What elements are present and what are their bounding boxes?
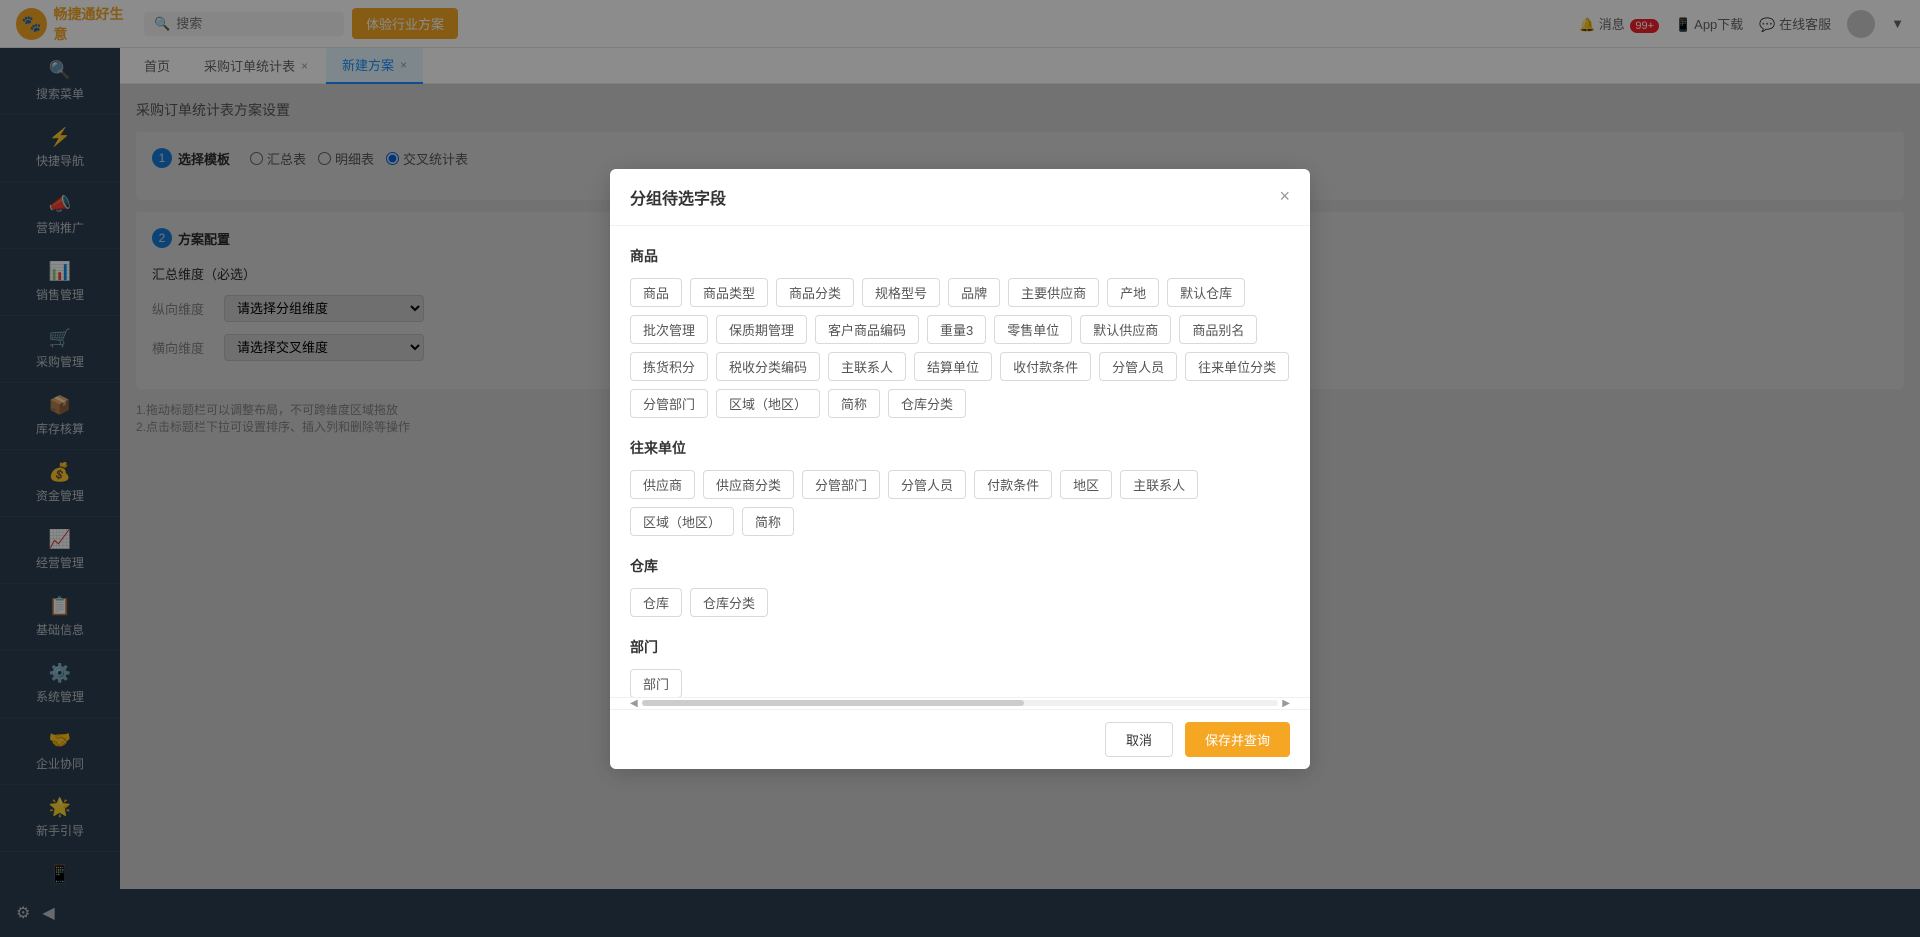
field-tag-retail-unit[interactable]: 零售单位 — [994, 315, 1072, 344]
modal-footer: 取消 保存并查询 — [610, 709, 1310, 769]
field-tag-default-warehouse[interactable]: 默认仓库 — [1167, 278, 1245, 307]
save-query-button[interactable]: 保存并查询 — [1185, 722, 1290, 757]
field-tag-short-name[interactable]: 简称 — [828, 389, 880, 418]
modal-overlay: 分组待选字段 × 商品 商品 商品类型 商品分类 规格型号 品牌 主要供应商 产… — [0, 0, 1920, 937]
field-tag-supplier-category[interactable]: 供应商分类 — [703, 470, 794, 499]
field-tag-product-category[interactable]: 商品分类 — [776, 278, 854, 307]
field-tags-warehouse: 仓库 仓库分类 — [630, 588, 1290, 617]
field-tag-region2[interactable]: 地区 — [1060, 470, 1112, 499]
modal-title: 分组待选字段 — [630, 185, 726, 209]
field-tag-batch-mgmt[interactable]: 批次管理 — [630, 315, 708, 344]
field-tag-supplier[interactable]: 供应商 — [630, 470, 695, 499]
cancel-button[interactable]: 取消 — [1105, 722, 1173, 757]
field-tag-pay-terms[interactable]: 付款条件 — [974, 470, 1052, 499]
modal-header: 分组待选字段 × — [610, 169, 1310, 226]
field-tag-manager[interactable]: 分管人员 — [1099, 352, 1177, 381]
field-tag-settle-unit[interactable]: 结算单位 — [914, 352, 992, 381]
field-tag-tax-code[interactable]: 税收分类编码 — [716, 352, 820, 381]
field-group-partner-title: 往来单位 — [630, 438, 1290, 458]
field-tag-main-supplier[interactable]: 主要供应商 — [1008, 278, 1099, 307]
field-tag-pick-score[interactable]: 拣货积分 — [630, 352, 708, 381]
field-tag-warehouse-cat[interactable]: 仓库分类 — [690, 588, 768, 617]
field-group-partner: 往来单位 供应商 供应商分类 分管部门 分管人员 付款条件 地区 主联系人 区域… — [630, 438, 1290, 536]
hscroll-thumb[interactable] — [642, 700, 1024, 706]
field-group-warehouse: 仓库 仓库 仓库分类 — [630, 556, 1290, 617]
field-tag-spec-type[interactable]: 规格型号 — [862, 278, 940, 307]
field-tags-department: 部门 — [630, 669, 1290, 697]
field-group-department-title: 部门 — [630, 637, 1290, 657]
field-tag-main-contact2[interactable]: 主联系人 — [1120, 470, 1198, 499]
field-tag-manage-person[interactable]: 分管人员 — [888, 470, 966, 499]
hscroll-left-arrow[interactable]: ◀ — [630, 698, 638, 709]
field-tag-product-type[interactable]: 商品类型 — [690, 278, 768, 307]
field-group-warehouse-title: 仓库 — [630, 556, 1290, 576]
modal-hscroll: ◀ ▶ — [610, 697, 1310, 709]
hscroll-bar[interactable] — [642, 700, 1279, 706]
modal: 分组待选字段 × 商品 商品 商品类型 商品分类 规格型号 品牌 主要供应商 产… — [610, 169, 1310, 769]
field-tag-dept[interactable]: 分管部门 — [630, 389, 708, 418]
field-tag-expiry-mgmt[interactable]: 保质期管理 — [716, 315, 807, 344]
field-tag-customer-code[interactable]: 客户商品编码 — [815, 315, 919, 344]
field-tag-manage-dept[interactable]: 分管部门 — [802, 470, 880, 499]
field-tag-warehouse-category[interactable]: 仓库分类 — [888, 389, 966, 418]
field-tag-dept2[interactable]: 部门 — [630, 669, 682, 697]
field-tag-main-contact[interactable]: 主联系人 — [828, 352, 906, 381]
field-tag-brand[interactable]: 品牌 — [948, 278, 1000, 307]
field-tag-default-supplier[interactable]: 默认供应商 — [1080, 315, 1171, 344]
field-tag-product[interactable]: 商品 — [630, 278, 682, 307]
field-tag-region3[interactable]: 区域（地区） — [630, 507, 734, 536]
field-tag-weight3[interactable]: 重量3 — [927, 315, 986, 344]
field-group-department: 部门 部门 — [630, 637, 1290, 697]
hscroll-right-arrow[interactable]: ▶ — [1282, 698, 1290, 709]
field-tag-warehouse[interactable]: 仓库 — [630, 588, 682, 617]
field-tag-region[interactable]: 区域（地区） — [716, 389, 820, 418]
field-tag-alias[interactable]: 商品别名 — [1179, 315, 1257, 344]
field-tag-short-name2[interactable]: 简称 — [742, 507, 794, 536]
field-tag-from-unit-category[interactable]: 往来单位分类 — [1185, 352, 1289, 381]
modal-close-button[interactable]: × — [1279, 186, 1290, 207]
field-group-product: 商品 商品 商品类型 商品分类 规格型号 品牌 主要供应商 产地 默认仓库 批次… — [630, 246, 1290, 418]
field-tag-payment-terms[interactable]: 收付款条件 — [1000, 352, 1091, 381]
field-tags-product: 商品 商品类型 商品分类 规格型号 品牌 主要供应商 产地 默认仓库 批次管理 … — [630, 278, 1290, 418]
field-tags-partner: 供应商 供应商分类 分管部门 分管人员 付款条件 地区 主联系人 区域（地区） … — [630, 470, 1290, 536]
field-tag-origin[interactable]: 产地 — [1107, 278, 1159, 307]
field-group-product-title: 商品 — [630, 246, 1290, 266]
modal-body: 商品 商品 商品类型 商品分类 规格型号 品牌 主要供应商 产地 默认仓库 批次… — [610, 226, 1310, 697]
